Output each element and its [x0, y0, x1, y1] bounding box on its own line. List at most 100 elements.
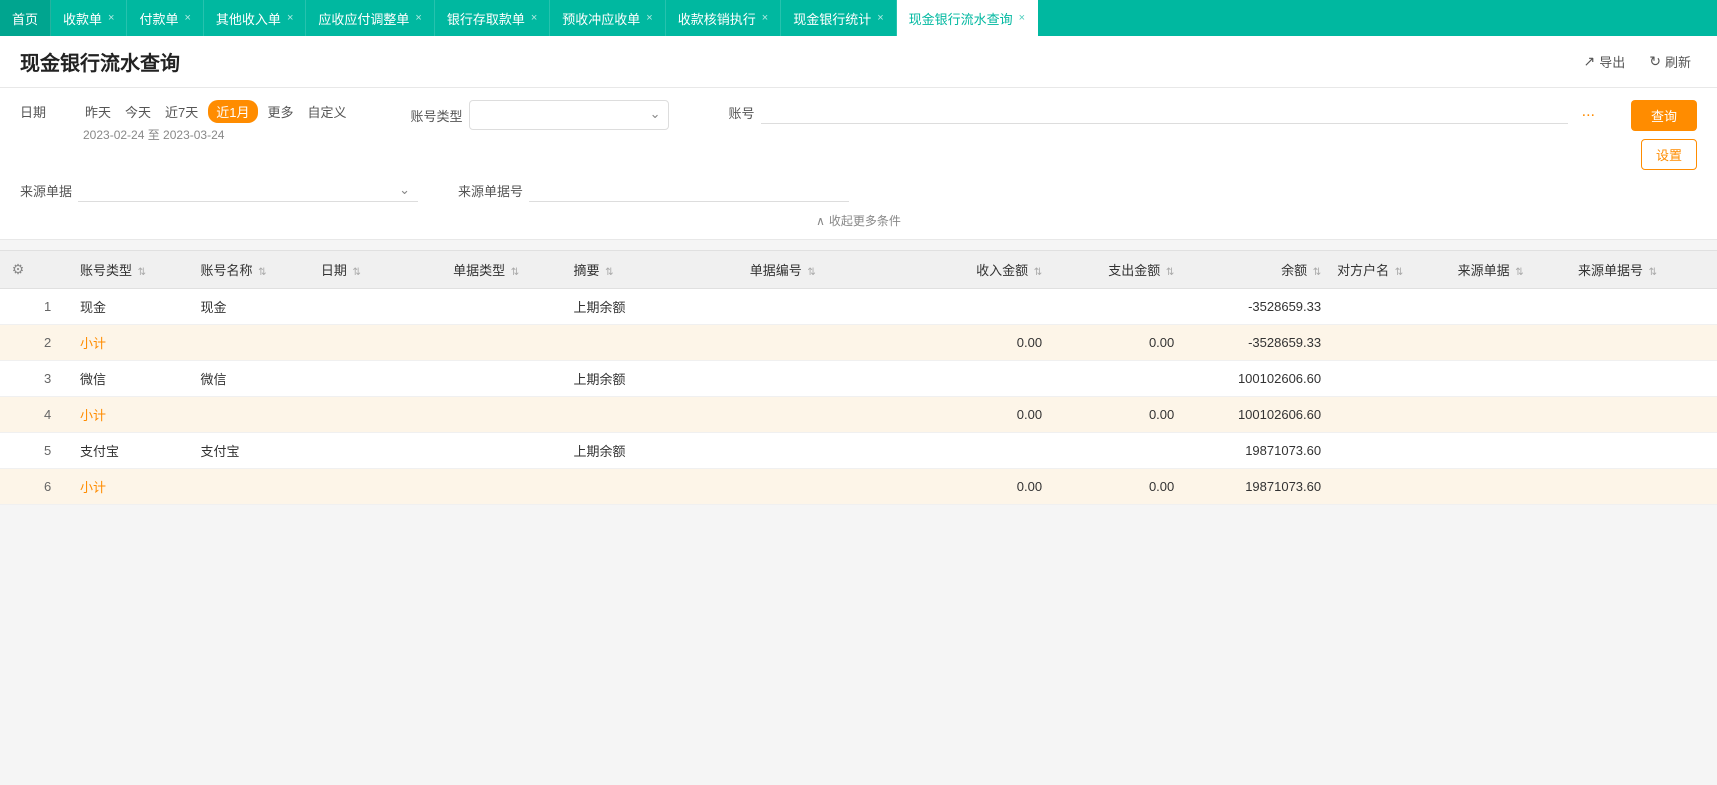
page-header: 现金银行流水查询 ↗ 导出 ↻ 刷新	[0, 36, 1717, 88]
settings-button[interactable]: 设置	[1641, 139, 1697, 170]
row-counterparty	[1329, 433, 1449, 469]
data-table-area: ⚙ 账号类型 ⇅ 账号名称 ⇅ 日期 ⇅ 单据类型 ⇅	[0, 250, 1717, 505]
row-acct-name	[192, 469, 312, 505]
collapse-row: ∧ 收起更多条件	[20, 208, 1697, 231]
sort-counterparty-icon[interactable]: ⇅	[1395, 267, 1403, 278]
th-bill-type[interactable]: 单据类型 ⇅	[445, 251, 565, 289]
close-receipt-exec-icon[interactable]: ×	[762, 12, 768, 24]
table-row: 4 小计 0.00 0.00 100102606.60	[0, 397, 1717, 433]
row-acct-name: 微信	[192, 361, 312, 397]
row-counterparty	[1329, 325, 1449, 361]
header-actions: ↗ 导出 ↻ 刷新	[1578, 48, 1698, 75]
close-cash-bank-stat-icon[interactable]: ×	[877, 12, 883, 24]
collapse-button[interactable]: ∧ 收起更多条件	[816, 212, 901, 229]
th-income[interactable]: 收入金额 ⇅	[918, 251, 1050, 289]
sort-balance-icon[interactable]: ⇅	[1313, 267, 1321, 278]
nav-cash-bank-flow[interactable]: 现金银行流水查询 ×	[897, 0, 1038, 36]
chevron-up-icon: ∧	[816, 214, 825, 228]
data-table: ⚙ 账号类型 ⇅ 账号名称 ⇅ 日期 ⇅ 单据类型 ⇅	[0, 250, 1717, 505]
row-source-doc-no	[1570, 289, 1717, 325]
close-bank-deposit-icon[interactable]: ×	[531, 12, 537, 24]
row-source-doc	[1450, 397, 1570, 433]
date-1month[interactable]: 近1月	[208, 100, 257, 123]
close-cash-bank-flow-icon[interactable]: ×	[1019, 12, 1025, 24]
th-source-doc-no[interactable]: 来源单据号 ⇅	[1570, 251, 1717, 289]
date-custom[interactable]: 自定义	[304, 100, 351, 123]
table-settings-header[interactable]: ⚙	[0, 251, 36, 289]
account-input[interactable]	[761, 100, 1568, 124]
row-checkbox-cell	[0, 325, 36, 361]
sort-acct-name-icon[interactable]: ⇅	[258, 267, 266, 278]
date-today[interactable]: 今天	[121, 100, 155, 123]
row-summary: 上期余额	[566, 289, 742, 325]
row-balance: -3528659.33	[1182, 289, 1329, 325]
nav-ar-ap-adjust[interactable]: 应收应付调整单 ×	[306, 0, 434, 36]
export-icon: ↗	[1584, 53, 1596, 70]
row-expense	[1050, 361, 1182, 397]
nav-prepay-offset[interactable]: 预收冲应收单 ×	[550, 0, 665, 36]
sort-summary-icon[interactable]: ⇅	[605, 267, 613, 278]
account-type-select[interactable]	[469, 100, 669, 130]
row-acct-name: 现金	[192, 289, 312, 325]
th-counterparty[interactable]: 对方户名 ⇅	[1329, 251, 1449, 289]
account-more-button[interactable]: ...	[1582, 103, 1595, 121]
close-payments-icon[interactable]: ×	[184, 12, 190, 24]
sort-income-icon[interactable]: ⇅	[1034, 267, 1042, 278]
source-doc-no-input[interactable]	[529, 178, 849, 202]
source-doc-no-label: 来源单据号	[458, 181, 523, 200]
row-date	[313, 433, 445, 469]
sort-bill-no-icon[interactable]: ⇅	[807, 267, 815, 278]
nav-receipts[interactable]: 收款单 ×	[51, 0, 127, 36]
nav-home[interactable]: 首页	[0, 0, 51, 36]
row-balance: -3528659.33	[1182, 325, 1329, 361]
close-other-income-icon[interactable]: ×	[287, 12, 293, 24]
source-doc-label: 来源单据	[20, 181, 72, 200]
th-bill-no[interactable]: 单据编号 ⇅	[742, 251, 918, 289]
row-source-doc	[1450, 469, 1570, 505]
date-7days[interactable]: 近7天	[161, 100, 202, 123]
row-bill-no	[742, 469, 918, 505]
date-yesterday[interactable]: 昨天	[81, 100, 115, 123]
th-date[interactable]: 日期 ⇅	[313, 251, 445, 289]
row-source-doc	[1450, 289, 1570, 325]
row-bill-type	[445, 289, 565, 325]
sort-source-doc-no-icon[interactable]: ⇅	[1649, 267, 1657, 278]
th-seq	[36, 251, 72, 289]
sort-acct-type-icon[interactable]: ⇅	[138, 267, 146, 278]
row-source-doc-no	[1570, 361, 1717, 397]
row-checkbox-cell	[0, 361, 36, 397]
table-header-row: ⚙ 账号类型 ⇅ 账号名称 ⇅ 日期 ⇅ 单据类型 ⇅	[0, 251, 1717, 289]
sort-expense-icon[interactable]: ⇅	[1166, 267, 1174, 278]
table-row: 3 微信 微信 上期余额 100102606.60	[0, 361, 1717, 397]
refresh-button[interactable]: ↻ 刷新	[1643, 48, 1697, 75]
nav-payments[interactable]: 付款单 ×	[127, 0, 203, 36]
close-prepay-offset-icon[interactable]: ×	[646, 12, 652, 24]
table-gear-icon[interactable]: ⚙	[12, 261, 25, 277]
export-button[interactable]: ↗ 导出	[1578, 48, 1632, 75]
date-label: 日期	[20, 102, 75, 121]
th-summary[interactable]: 摘要 ⇅	[566, 251, 742, 289]
nav-cash-bank-stat[interactable]: 现金银行统计 ×	[781, 0, 896, 36]
nav-receipt-exec[interactable]: 收款核销执行 ×	[666, 0, 781, 36]
row-source-doc-no	[1570, 433, 1717, 469]
row-summary	[566, 397, 742, 433]
th-expense[interactable]: 支出金额 ⇅	[1050, 251, 1182, 289]
nav-bank-deposit[interactable]: 银行存取款单 ×	[435, 0, 550, 36]
sort-date-icon[interactable]: ⇅	[353, 267, 361, 278]
row-seq: 5	[36, 433, 72, 469]
th-balance[interactable]: 余额 ⇅	[1182, 251, 1329, 289]
th-acct-type[interactable]: 账号类型 ⇅	[72, 251, 192, 289]
row-bill-type	[445, 325, 565, 361]
query-button[interactable]: 查询	[1631, 100, 1697, 131]
source-doc-select[interactable]	[78, 178, 418, 202]
date-more[interactable]: 更多	[264, 100, 298, 123]
close-ar-ap-icon[interactable]: ×	[415, 12, 421, 24]
nav-other-income[interactable]: 其他收入单 ×	[204, 0, 306, 36]
th-source-doc[interactable]: 来源单据 ⇅	[1450, 251, 1570, 289]
row-bill-no	[742, 433, 918, 469]
close-receipts-icon[interactable]: ×	[108, 12, 114, 24]
row-date	[313, 397, 445, 433]
sort-source-doc-icon[interactable]: ⇅	[1515, 267, 1523, 278]
sort-bill-type-icon[interactable]: ⇅	[511, 267, 519, 278]
th-acct-name[interactable]: 账号名称 ⇅	[192, 251, 312, 289]
